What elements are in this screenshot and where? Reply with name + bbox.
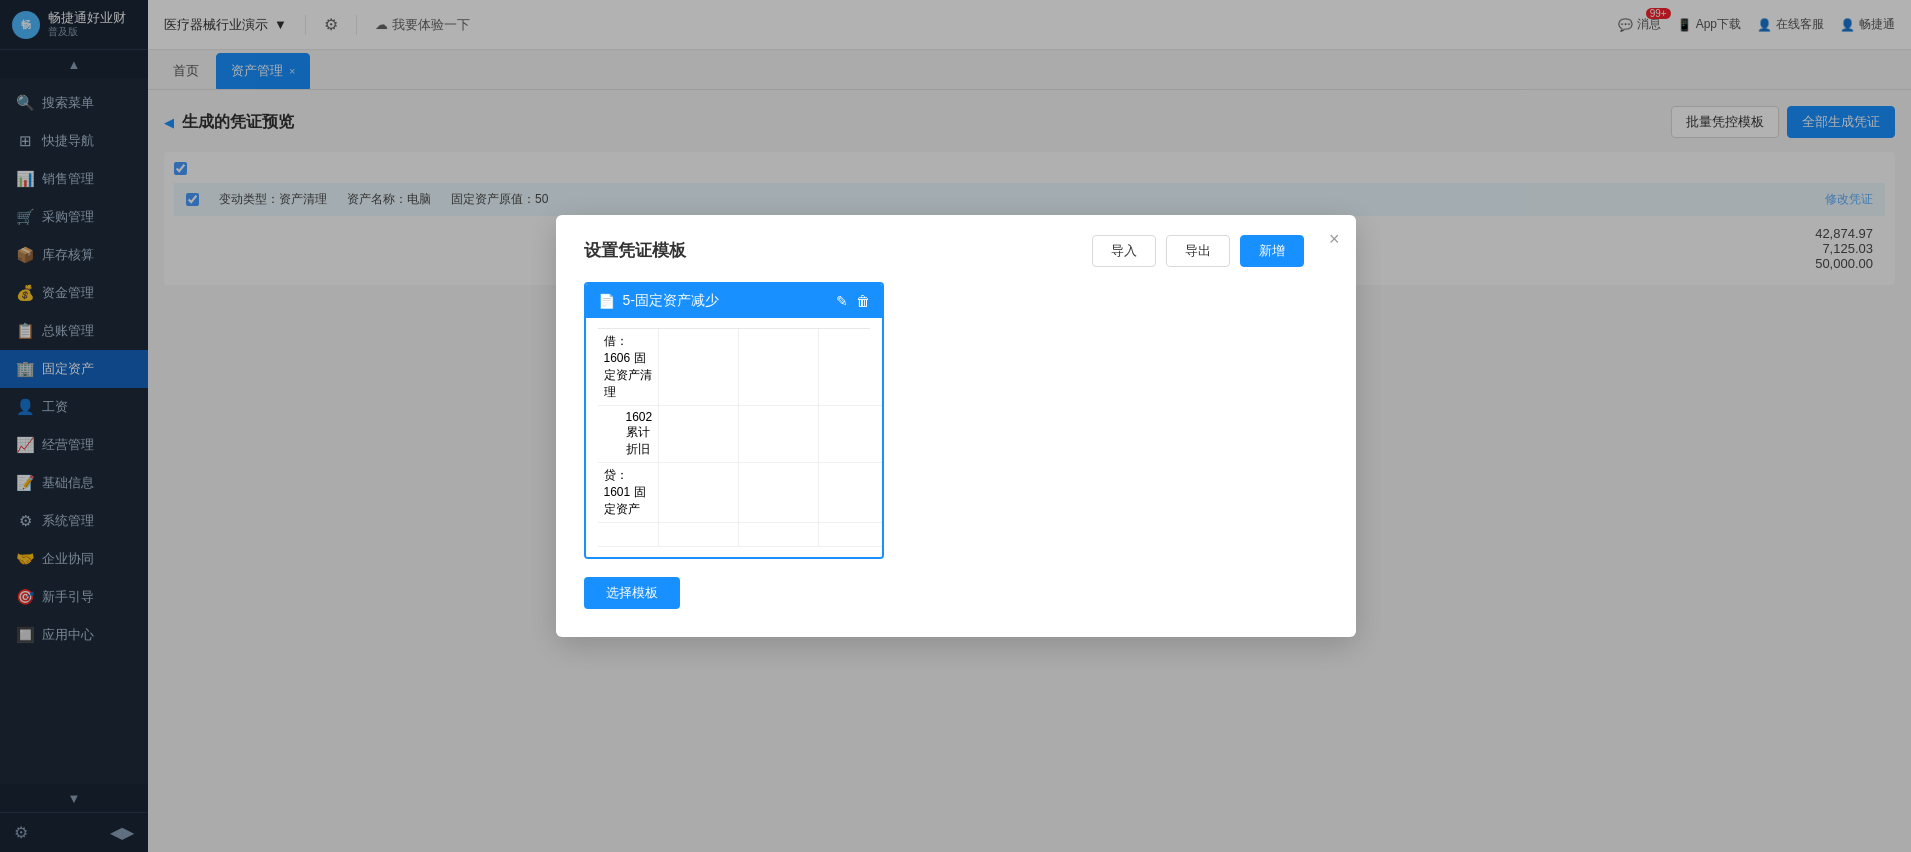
entry-col4-3 (819, 463, 883, 523)
entry-empty-2 (659, 523, 739, 547)
template-card-header: 📄 5-固定资产减少 ✎ 🗑 (586, 284, 882, 318)
template-card: 📄 5-固定资产减少 ✎ 🗑 借：1606 固定资产清理 (584, 282, 884, 559)
template-entry-grid: 借：1606 固定资产清理 1602 累计折旧 贷：1601 固定资产 (598, 328, 870, 547)
modal-backdrop: × 设置凭证模板 导入 导出 新增 📄 5-固定资产减少 ✎ 🗑 (0, 0, 1911, 852)
import-button[interactable]: 导入 (1092, 235, 1156, 267)
template-delete-icon[interactable]: 🗑 (856, 293, 870, 309)
entry-col3-3 (739, 463, 819, 523)
template-card-header-left: 📄 5-固定资产减少 (598, 292, 719, 310)
entry-col2-1 (659, 329, 739, 406)
entry-type-1: 借：1606 固定资产清理 (598, 329, 660, 406)
template-area: 📄 5-固定资产减少 ✎ 🗑 借：1606 固定资产清理 (584, 282, 1328, 609)
entry-col2-3 (659, 463, 739, 523)
entry-col4-2 (819, 406, 883, 463)
entry-type-3: 贷：1601 固定资产 (598, 463, 660, 523)
entry-col3-2 (739, 406, 819, 463)
new-button[interactable]: 新增 (1240, 235, 1304, 267)
entry-col3-1 (739, 329, 819, 406)
entry-empty-4 (819, 523, 883, 547)
modal-set-template: × 设置凭证模板 导入 导出 新增 📄 5-固定资产减少 ✎ 🗑 (556, 215, 1356, 637)
modal-close-button[interactable]: × (1329, 229, 1340, 250)
export-button[interactable]: 导出 (1166, 235, 1230, 267)
select-template-button[interactable]: 选择模板 (584, 577, 680, 609)
template-id-name: 5-固定资产减少 (623, 292, 719, 310)
template-card-body: 借：1606 固定资产清理 1602 累计折旧 贷：1601 固定资产 (586, 318, 882, 557)
template-edit-icon[interactable]: ✎ (836, 293, 848, 309)
entry-type-2: 1602 累计折旧 (598, 406, 660, 463)
entry-col4-1 (819, 329, 883, 406)
modal-actions: 导入 导出 新增 (1092, 235, 1304, 267)
entry-empty-3 (739, 523, 819, 547)
entry-empty-1 (598, 523, 660, 547)
entry-col2-2 (659, 406, 739, 463)
template-file-icon: 📄 (598, 293, 615, 309)
template-card-header-icons: ✎ 🗑 (836, 293, 870, 309)
